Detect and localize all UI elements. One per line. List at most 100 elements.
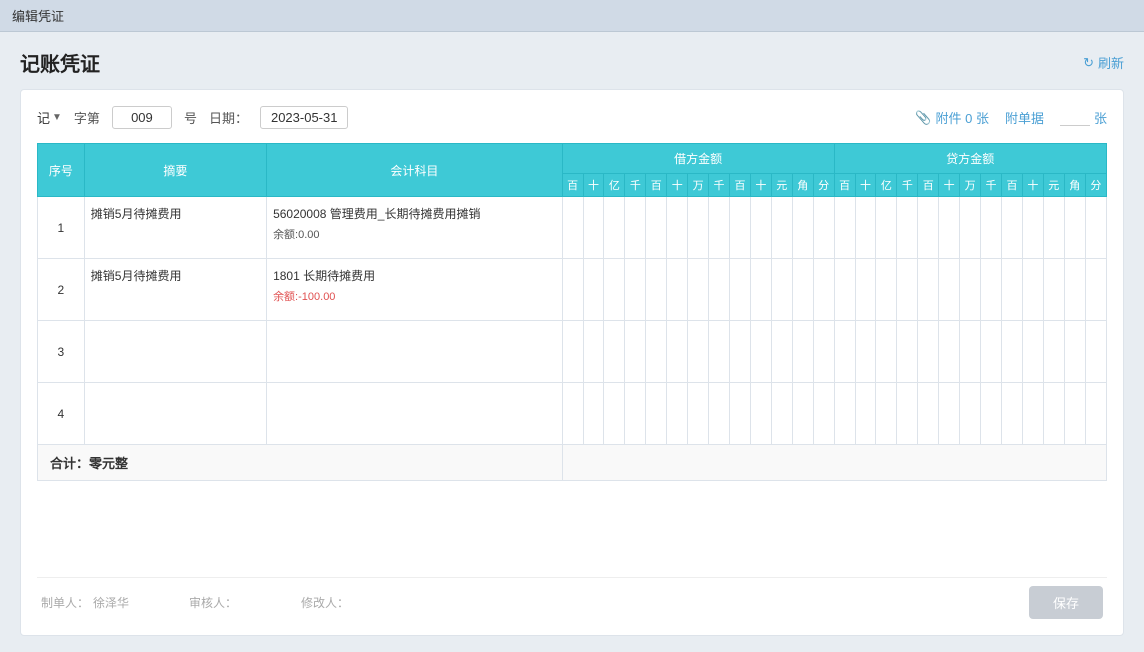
debit-amount-cell[interactable] xyxy=(730,197,751,259)
credit-amount-cell[interactable] xyxy=(876,321,897,383)
debit-amount-cell[interactable] xyxy=(792,383,813,445)
debit-amount-cell[interactable] xyxy=(750,259,771,321)
credit-amount-cell[interactable] xyxy=(1001,259,1022,321)
credit-amount-cell[interactable] xyxy=(1022,383,1043,445)
credit-amount-cell[interactable] xyxy=(960,259,981,321)
debit-amount-cell[interactable] xyxy=(646,383,667,445)
credit-amount-cell[interactable] xyxy=(834,321,855,383)
credit-amount-cell[interactable] xyxy=(897,383,918,445)
debit-amount-cell[interactable] xyxy=(667,197,688,259)
debit-amount-cell[interactable] xyxy=(583,321,604,383)
debit-amount-cell[interactable] xyxy=(583,197,604,259)
credit-amount-cell[interactable] xyxy=(855,259,876,321)
credit-amount-cell[interactable] xyxy=(876,383,897,445)
credit-amount-cell[interactable] xyxy=(897,259,918,321)
credit-amount-cell[interactable] xyxy=(1043,383,1064,445)
credit-amount-cell[interactable] xyxy=(960,383,981,445)
credit-amount-cell[interactable] xyxy=(1064,321,1085,383)
credit-amount-cell[interactable] xyxy=(1085,197,1106,259)
debit-amount-cell[interactable] xyxy=(771,321,792,383)
debit-amount-cell[interactable] xyxy=(604,259,625,321)
credit-amount-cell[interactable] xyxy=(876,259,897,321)
debit-amount-cell[interactable] xyxy=(583,259,604,321)
debit-amount-cell[interactable] xyxy=(771,197,792,259)
credit-amount-cell[interactable] xyxy=(1001,197,1022,259)
credit-amount-cell[interactable] xyxy=(1043,259,1064,321)
credit-amount-cell[interactable] xyxy=(897,321,918,383)
credit-amount-cell[interactable] xyxy=(939,383,960,445)
debit-amount-cell[interactable] xyxy=(730,321,751,383)
credit-amount-cell[interactable] xyxy=(1064,197,1085,259)
credit-amount-cell[interactable] xyxy=(1085,321,1106,383)
debit-amount-cell[interactable] xyxy=(562,197,583,259)
row-account[interactable]: 1801 长期待摊费用余额:-100.00 xyxy=(267,259,563,321)
debit-amount-cell[interactable] xyxy=(709,197,730,259)
debit-amount-cell[interactable] xyxy=(667,383,688,445)
debit-amount-cell[interactable] xyxy=(792,197,813,259)
debit-amount-cell[interactable] xyxy=(688,259,709,321)
debit-amount-cell[interactable] xyxy=(792,321,813,383)
debit-amount-cell[interactable] xyxy=(792,259,813,321)
debit-amount-cell[interactable] xyxy=(730,383,751,445)
debit-amount-cell[interactable] xyxy=(688,321,709,383)
debit-amount-cell[interactable] xyxy=(750,321,771,383)
credit-amount-cell[interactable] xyxy=(981,383,1002,445)
save-button[interactable]: 保存 xyxy=(1029,586,1103,619)
debit-amount-cell[interactable] xyxy=(709,383,730,445)
credit-amount-cell[interactable] xyxy=(834,383,855,445)
credit-amount-cell[interactable] xyxy=(918,321,939,383)
credit-amount-cell[interactable] xyxy=(918,383,939,445)
debit-amount-cell[interactable] xyxy=(771,259,792,321)
row-summary[interactable] xyxy=(84,383,266,445)
debit-amount-cell[interactable] xyxy=(688,383,709,445)
debit-amount-cell[interactable] xyxy=(604,321,625,383)
refresh-button[interactable]: ↻ 刷新 xyxy=(1083,53,1124,72)
debit-amount-cell[interactable] xyxy=(646,259,667,321)
row-account[interactable] xyxy=(267,383,563,445)
credit-amount-cell[interactable] xyxy=(876,197,897,259)
debit-amount-cell[interactable] xyxy=(646,197,667,259)
debit-amount-cell[interactable] xyxy=(813,321,834,383)
debit-amount-cell[interactable] xyxy=(688,197,709,259)
debit-amount-cell[interactable] xyxy=(667,259,688,321)
credit-amount-cell[interactable] xyxy=(1043,197,1064,259)
debit-amount-cell[interactable] xyxy=(625,383,646,445)
credit-amount-cell[interactable] xyxy=(1064,383,1085,445)
debit-amount-cell[interactable] xyxy=(562,259,583,321)
debit-amount-cell[interactable] xyxy=(625,259,646,321)
credit-amount-cell[interactable] xyxy=(855,383,876,445)
debit-amount-cell[interactable] xyxy=(750,383,771,445)
credit-amount-cell[interactable] xyxy=(1022,321,1043,383)
debit-amount-cell[interactable] xyxy=(709,321,730,383)
credit-amount-cell[interactable] xyxy=(897,197,918,259)
credit-amount-cell[interactable] xyxy=(981,197,1002,259)
debit-amount-cell[interactable] xyxy=(813,197,834,259)
credit-amount-cell[interactable] xyxy=(1001,383,1022,445)
debit-amount-cell[interactable] xyxy=(813,383,834,445)
debit-amount-cell[interactable] xyxy=(813,259,834,321)
date-field[interactable]: 2023-05-31 xyxy=(260,106,349,129)
credit-amount-cell[interactable] xyxy=(939,197,960,259)
credit-amount-cell[interactable] xyxy=(1022,259,1043,321)
debit-amount-cell[interactable] xyxy=(625,321,646,383)
credit-amount-cell[interactable] xyxy=(918,259,939,321)
debit-amount-cell[interactable] xyxy=(562,321,583,383)
inner-table-wrap[interactable]: 序号 摘要 会计科目 借方金额 贷方金额 百十亿千百十万千百十元角分百十亿千百十… xyxy=(37,143,1107,569)
credit-amount-cell[interactable] xyxy=(1001,321,1022,383)
debit-amount-cell[interactable] xyxy=(646,321,667,383)
credit-amount-cell[interactable] xyxy=(1085,259,1106,321)
debit-amount-cell[interactable] xyxy=(667,321,688,383)
debit-amount-cell[interactable] xyxy=(771,383,792,445)
credit-amount-cell[interactable] xyxy=(939,321,960,383)
row-summary[interactable]: 摊销5月待摊费用 xyxy=(84,197,266,259)
attachment-single-link[interactable]: 附单据 xyxy=(1005,108,1044,127)
credit-amount-cell[interactable] xyxy=(981,259,1002,321)
credit-amount-cell[interactable] xyxy=(981,321,1002,383)
voucher-number-field[interactable]: 009 xyxy=(112,106,172,129)
debit-amount-cell[interactable] xyxy=(604,197,625,259)
credit-amount-cell[interactable] xyxy=(918,197,939,259)
row-summary[interactable]: 摊销5月待摊费用 xyxy=(84,259,266,321)
debit-amount-cell[interactable] xyxy=(730,259,751,321)
credit-amount-cell[interactable] xyxy=(1043,321,1064,383)
debit-amount-cell[interactable] xyxy=(750,197,771,259)
